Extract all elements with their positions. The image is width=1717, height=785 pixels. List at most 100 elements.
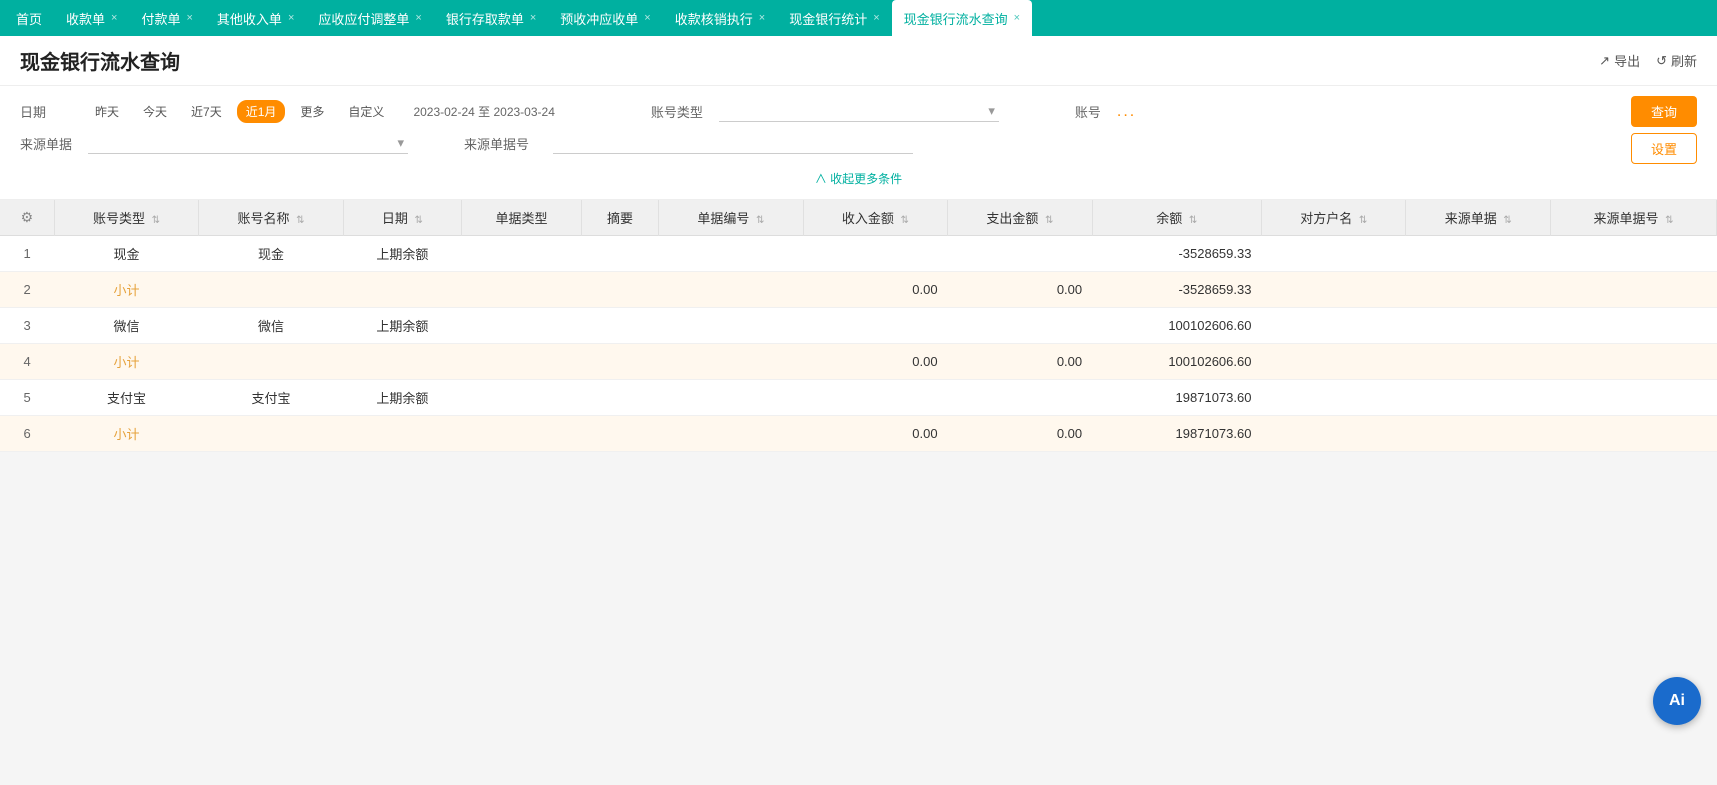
row-num: 1: [0, 236, 54, 272]
date-btn-today[interactable]: 今天: [134, 100, 176, 123]
col-account-name[interactable]: 账号名称 ⇅: [199, 200, 344, 236]
cell-doc-number: [659, 380, 804, 416]
data-table: ⚙ 账号类型 ⇅ 账号名称 ⇅ 日期 ⇅ 单据类型 摘要: [0, 200, 1717, 452]
col-balance[interactable]: 余额 ⇅: [1092, 200, 1261, 236]
date-options: 昨天 今天 近7天 近1月 更多 自定义: [86, 100, 393, 123]
page-header: 现金银行流水查询 ↗ 导出 ↺ 刷新: [0, 36, 1717, 86]
row-num: 3: [0, 308, 54, 344]
filter-row-date: 日期 昨天 今天 近7天 近1月 更多 自定义 2023-02-24 至 202…: [20, 100, 1697, 123]
dropdown-icon: ▾: [988, 103, 995, 119]
filter-area: 日期 昨天 今天 近7天 近1月 更多 自定义 2023-02-24 至 202…: [0, 86, 1717, 200]
refresh-button[interactable]: ↺ 刷新: [1656, 51, 1697, 70]
col-source-doc-num[interactable]: 来源单据号 ⇅: [1551, 200, 1717, 236]
collapse-bar[interactable]: ∧ 收起更多条件: [20, 164, 1697, 189]
close-icon[interactable]: ×: [1014, 12, 1020, 24]
col-account-type[interactable]: 账号类型 ⇅: [54, 200, 199, 236]
col-doc-number[interactable]: 单据编号 ⇅: [659, 200, 804, 236]
ai-button[interactable]: Ai: [1653, 677, 1701, 725]
col-source-doc[interactable]: 来源单据 ⇅: [1406, 200, 1551, 236]
account-ellipsis[interactable]: ...: [1117, 103, 1136, 121]
settings-button[interactable]: 设置: [1631, 133, 1697, 164]
row-num: 6: [0, 416, 54, 452]
cell-account-type: 小计: [54, 272, 199, 308]
date-label: 日期: [20, 102, 70, 121]
nav-tab-receipts[interactable]: 收款单 ×: [54, 0, 129, 36]
source-doc-num-input[interactable]: [553, 134, 913, 154]
nav-home[interactable]: 首页: [4, 9, 54, 28]
date-btn-1month[interactable]: 近1月: [237, 100, 286, 123]
cell-account-name: [199, 272, 344, 308]
nav-tab-ar-ap-adjust[interactable]: 应收应付调整单 ×: [306, 0, 433, 36]
account-label: 账号: [1075, 102, 1101, 121]
table-row[interactable]: 4 小计 0.00 0.00 100102606.60: [0, 344, 1717, 380]
nav-tab-payments[interactable]: 付款单 ×: [129, 0, 204, 36]
date-btn-yesterday[interactable]: 昨天: [86, 100, 128, 123]
cell-account-name: 支付宝: [199, 380, 344, 416]
close-icon[interactable]: ×: [111, 12, 117, 24]
cell-account-type: 小计: [54, 416, 199, 452]
close-icon[interactable]: ×: [530, 12, 536, 24]
export-button[interactable]: ↗ 导出: [1599, 51, 1640, 70]
cell-source-doc-num: [1551, 308, 1717, 344]
table-row[interactable]: 6 小计 0.00 0.00 19871073.60: [0, 416, 1717, 452]
top-navigation: 首页 收款单 × 付款单 × 其他收入单 × 应收应付调整单 × 银行存取款单 …: [0, 0, 1717, 36]
sort-icon: ⇅: [1359, 215, 1367, 226]
cell-doc-number: [659, 308, 804, 344]
cell-account-type: 微信: [54, 308, 199, 344]
close-icon[interactable]: ×: [644, 12, 650, 24]
table-row[interactable]: 1 现金 现金 上期余额 -3528659.33: [0, 236, 1717, 272]
close-icon[interactable]: ×: [873, 12, 879, 24]
sort-icon: ⇅: [1045, 215, 1053, 226]
table-header-row: ⚙ 账号类型 ⇅ 账号名称 ⇅ 日期 ⇅ 单据类型 摘要: [0, 200, 1717, 236]
nav-tab-cash-flow[interactable]: 现金银行流水查询 ×: [892, 0, 1032, 36]
date-btn-more[interactable]: 更多: [291, 100, 333, 123]
account-type-label: 账号类型: [651, 102, 703, 121]
close-icon[interactable]: ×: [415, 12, 421, 24]
collapse-icon: ∧: [815, 172, 827, 186]
page-title: 现金银行流水查询: [20, 46, 180, 75]
cell-account-type: 支付宝: [54, 380, 199, 416]
cell-expense: [948, 380, 1093, 416]
col-counterparty[interactable]: 对方户名 ⇅: [1261, 200, 1406, 236]
table-row[interactable]: 2 小计 0.00 0.00 -3528659.33: [0, 272, 1717, 308]
cell-balance: -3528659.33: [1092, 272, 1261, 308]
nav-tab-other-income[interactable]: 其他收入单 ×: [205, 0, 306, 36]
close-icon[interactable]: ×: [288, 12, 294, 24]
date-btn-7days[interactable]: 近7天: [182, 100, 231, 123]
source-doc-select[interactable]: ▾: [88, 133, 408, 154]
nav-tab-write-off[interactable]: 收款核销执行 ×: [663, 0, 777, 36]
cell-account-type: 现金: [54, 236, 199, 272]
close-icon[interactable]: ×: [186, 12, 192, 24]
col-income[interactable]: 收入金额 ⇅: [803, 200, 948, 236]
cell-doc-number: [659, 416, 804, 452]
header-actions: ↗ 导出 ↺ 刷新: [1599, 51, 1697, 70]
col-summary[interactable]: 摘要: [581, 200, 658, 236]
cell-source-doc: [1406, 272, 1551, 308]
col-doc-type[interactable]: 单据类型: [462, 200, 582, 236]
col-expense[interactable]: 支出金额 ⇅: [948, 200, 1093, 236]
table-row[interactable]: 3 微信 微信 上期余额 100102606.60: [0, 308, 1717, 344]
settings-gear-icon[interactable]: ⚙: [21, 209, 34, 225]
cell-counterparty: [1261, 236, 1406, 272]
account-type-select[interactable]: ▾: [719, 101, 999, 122]
cell-balance: 19871073.60: [1092, 416, 1261, 452]
nav-tab-prepayment[interactable]: 预收冲应收单 ×: [548, 0, 662, 36]
date-btn-custom[interactable]: 自定义: [339, 100, 393, 123]
cell-income: [803, 236, 948, 272]
cell-doc-type: [462, 308, 582, 344]
cell-income: [803, 308, 948, 344]
nav-tab-cash-stats[interactable]: 现金银行统计 ×: [777, 0, 891, 36]
cell-income: [803, 380, 948, 416]
close-icon[interactable]: ×: [759, 12, 765, 24]
query-button[interactable]: 查询: [1631, 96, 1697, 127]
table-row[interactable]: 5 支付宝 支付宝 上期余额 19871073.60: [0, 380, 1717, 416]
cell-source-doc: [1406, 308, 1551, 344]
col-gear[interactable]: ⚙: [0, 200, 54, 236]
cell-expense: 0.00: [948, 344, 1093, 380]
cell-doc-number: [659, 272, 804, 308]
col-date[interactable]: 日期 ⇅: [343, 200, 461, 236]
cell-summary: [581, 272, 658, 308]
sort-icon: ⇅: [900, 215, 908, 226]
nav-tab-bank-deposit[interactable]: 银行存取款单 ×: [434, 0, 548, 36]
cell-date: 上期余额: [343, 236, 461, 272]
